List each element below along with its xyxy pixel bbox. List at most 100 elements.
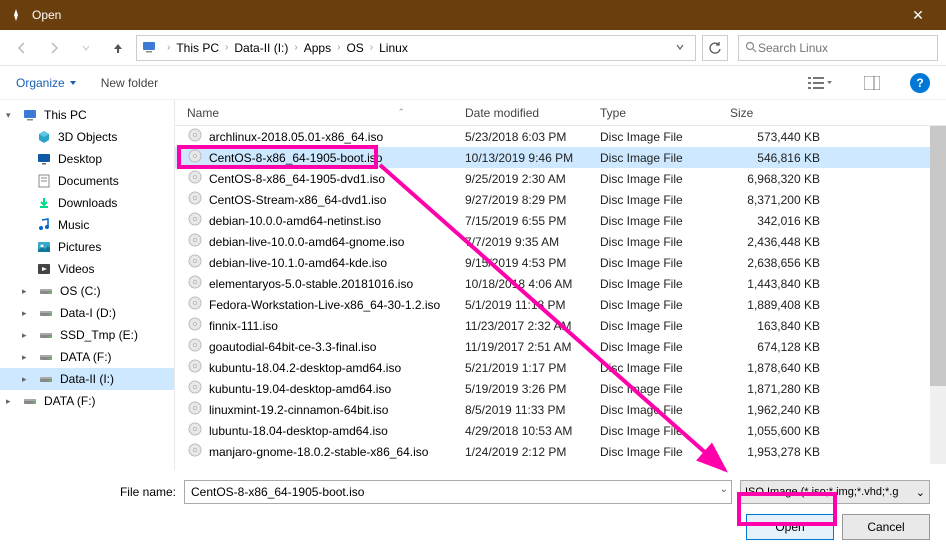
file-date: 8/5/2019 11:33 PM: [465, 403, 600, 417]
tree-expander-icon[interactable]: ▸: [22, 352, 32, 363]
sidebar-item[interactable]: ▸DATA (F:): [0, 390, 174, 412]
sidebar-item[interactable]: 3D Objects: [0, 126, 174, 148]
file-row[interactable]: Fedora-Workstation-Live-x86_64-30-1.2.is…: [175, 294, 946, 315]
drive-icon: [38, 305, 54, 321]
breadcrumb-seg[interactable]: Apps: [302, 41, 333, 55]
breadcrumb-seg[interactable]: This PC: [174, 41, 221, 55]
pc-icon: [141, 39, 159, 57]
breadcrumb[interactable]: › This PC› Data-II (I:)› Apps› OS› Linux: [136, 35, 696, 61]
search-box[interactable]: [738, 35, 938, 61]
file-row[interactable]: lubuntu-18.04-desktop-amd64.iso4/29/2018…: [175, 420, 946, 441]
3d-icon: [36, 129, 52, 145]
close-button[interactable]: ✕: [898, 0, 938, 30]
file-row[interactable]: debian-live-10.1.0-amd64-kde.iso9/15/201…: [175, 252, 946, 273]
file-size: 6,968,320 KB: [730, 172, 830, 186]
forward-button[interactable]: [40, 34, 68, 62]
file-row[interactable]: debian-10.0.0-amd64-netinst.iso7/15/2019…: [175, 210, 946, 231]
file-name: kubuntu-19.04-desktop-amd64.iso: [209, 382, 391, 396]
sidebar-item[interactable]: Documents: [0, 170, 174, 192]
file-row[interactable]: debian-live-10.0.0-amd64-gnome.iso7/7/20…: [175, 231, 946, 252]
view-mode-button[interactable]: [806, 71, 834, 95]
refresh-button[interactable]: [702, 35, 728, 61]
tree-expander-icon[interactable]: ▾: [6, 110, 16, 121]
breadcrumb-seg[interactable]: Data-II (I:): [232, 41, 290, 55]
app-icon: [8, 7, 24, 23]
file-row[interactable]: CentOS-8-x86_64-1905-dvd1.iso9/25/2019 2…: [175, 168, 946, 189]
up-button[interactable]: [104, 34, 132, 62]
file-list: archlinux-2018.05.01-x86_64.iso5/23/2018…: [175, 126, 946, 470]
file-row[interactable]: manjaro-gnome-18.0.2-stable-x86_64.iso1/…: [175, 441, 946, 462]
recent-dropdown[interactable]: [72, 34, 100, 62]
cancel-button[interactable]: Cancel: [842, 514, 930, 540]
file-row[interactable]: archlinux-2018.05.01-x86_64.iso5/23/2018…: [175, 126, 946, 147]
file-date: 5/23/2018 6:03 PM: [465, 130, 600, 144]
file-row[interactable]: elementaryos-5.0-stable.20181016.iso10/1…: [175, 273, 946, 294]
file-type: Disc Image File: [600, 382, 730, 396]
file-date: 11/23/2017 2:32 AM: [465, 319, 600, 333]
sidebar-item[interactable]: ▾This PC: [0, 104, 174, 126]
sidebar-item[interactable]: Videos: [0, 258, 174, 280]
file-row[interactable]: CentOS-8-x86_64-1905-boot.iso 10/13/2019 …: [175, 147, 946, 168]
sidebar-item[interactable]: Desktop: [0, 148, 174, 170]
vid-icon: [36, 261, 52, 277]
column-name[interactable]: Name⌃: [175, 106, 465, 120]
column-headers: Name⌃ Date modified Type Size: [175, 100, 946, 126]
disc-icon: [187, 190, 203, 209]
breadcrumb-seg[interactable]: OS: [344, 41, 365, 55]
organize-menu[interactable]: Organize: [16, 76, 77, 90]
tree-expander-icon[interactable]: ▸: [22, 286, 32, 297]
desktop-icon: [36, 151, 52, 167]
file-row[interactable]: finnix-111.iso11/23/2017 2:32 AMDisc Ima…: [175, 315, 946, 336]
new-folder-button[interactable]: New folder: [101, 76, 158, 90]
sidebar-item[interactable]: Music: [0, 214, 174, 236]
sidebar-item[interactable]: ▸DATA (F:): [0, 346, 174, 368]
tree-expander-icon[interactable]: ▸: [22, 374, 32, 385]
tree-expander-icon[interactable]: ▸: [22, 308, 32, 319]
file-type: Disc Image File: [600, 193, 730, 207]
sidebar-item[interactable]: ▸SSD_Tmp (E:): [0, 324, 174, 346]
filter-text: ISO Image (*.iso;*.img;*.vhd;*.g: [745, 486, 898, 498]
file-name: goautodial-64bit-ce-3.3-final.iso: [209, 340, 376, 354]
sidebar-item[interactable]: Downloads: [0, 192, 174, 214]
drive-icon: [38, 327, 54, 343]
file-size: 1,055,600 KB: [730, 424, 830, 438]
file-row[interactable]: kubuntu-18.04.2-desktop-amd64.iso5/21/20…: [175, 357, 946, 378]
file-row[interactable]: kubuntu-19.04-desktop-amd64.iso5/19/2019…: [175, 378, 946, 399]
file-type: Disc Image File: [600, 403, 730, 417]
scrollbar-thumb[interactable]: [930, 126, 946, 386]
file-row[interactable]: goautodial-64bit-ce-3.3-final.iso 11/19/2…: [175, 336, 946, 357]
drive-icon: [38, 283, 54, 299]
file-date: 1/24/2019 2:12 PM: [465, 445, 600, 459]
tree-expander-icon[interactable]: ▸: [6, 396, 16, 407]
file-name: kubuntu-18.04.2-desktop-amd64.iso: [209, 361, 401, 375]
file-date: 10/13/2019 9:46 PM: [465, 151, 600, 165]
title-bar: Open ✕: [0, 0, 946, 30]
sidebar-item[interactable]: ▸Data-I (D:): [0, 302, 174, 324]
back-button[interactable]: [8, 34, 36, 62]
file-type-filter[interactable]: ISO Image (*.iso;*.img;*.vhd;*.g ⌄: [740, 480, 930, 504]
sidebar-item[interactable]: ▸ OS (C:): [0, 280, 174, 302]
drive-icon: [22, 393, 38, 409]
search-input[interactable]: [758, 41, 931, 55]
sidebar-item[interactable]: ▸Data-II (I:): [0, 368, 174, 390]
drive-icon: [38, 349, 54, 365]
sidebar-item[interactable]: Pictures: [0, 236, 174, 258]
file-name: CentOS-8-x86_64-1905-boot.iso: [209, 151, 382, 165]
file-row[interactable]: linuxmint-19.2-cinnamon-64bit.iso8/5/201…: [175, 399, 946, 420]
filename-dropdown-icon[interactable]: ⌄: [720, 484, 728, 495]
file-size: 1,443,840 KB: [730, 277, 830, 291]
tree-expander-icon[interactable]: ▸: [22, 330, 32, 341]
filename-input[interactable]: [184, 480, 732, 504]
column-date[interactable]: Date modified: [465, 106, 600, 120]
column-type[interactable]: Type: [600, 106, 730, 120]
sidebar-item-label: OS (C:): [60, 284, 101, 298]
file-name: finnix-111.iso: [209, 319, 278, 333]
breadcrumb-dropdown[interactable]: [669, 41, 691, 55]
file-row[interactable]: CentOS-Stream-x86_64-dvd1.iso9/27/2019 8…: [175, 189, 946, 210]
breadcrumb-seg[interactable]: Linux: [377, 41, 410, 55]
column-size[interactable]: Size: [730, 106, 830, 120]
file-date: 11/19/2017 2:51 AM: [465, 340, 600, 354]
help-button[interactable]: ?: [910, 73, 930, 93]
open-button[interactable]: Open: [746, 514, 834, 540]
preview-pane-button[interactable]: [858, 71, 886, 95]
